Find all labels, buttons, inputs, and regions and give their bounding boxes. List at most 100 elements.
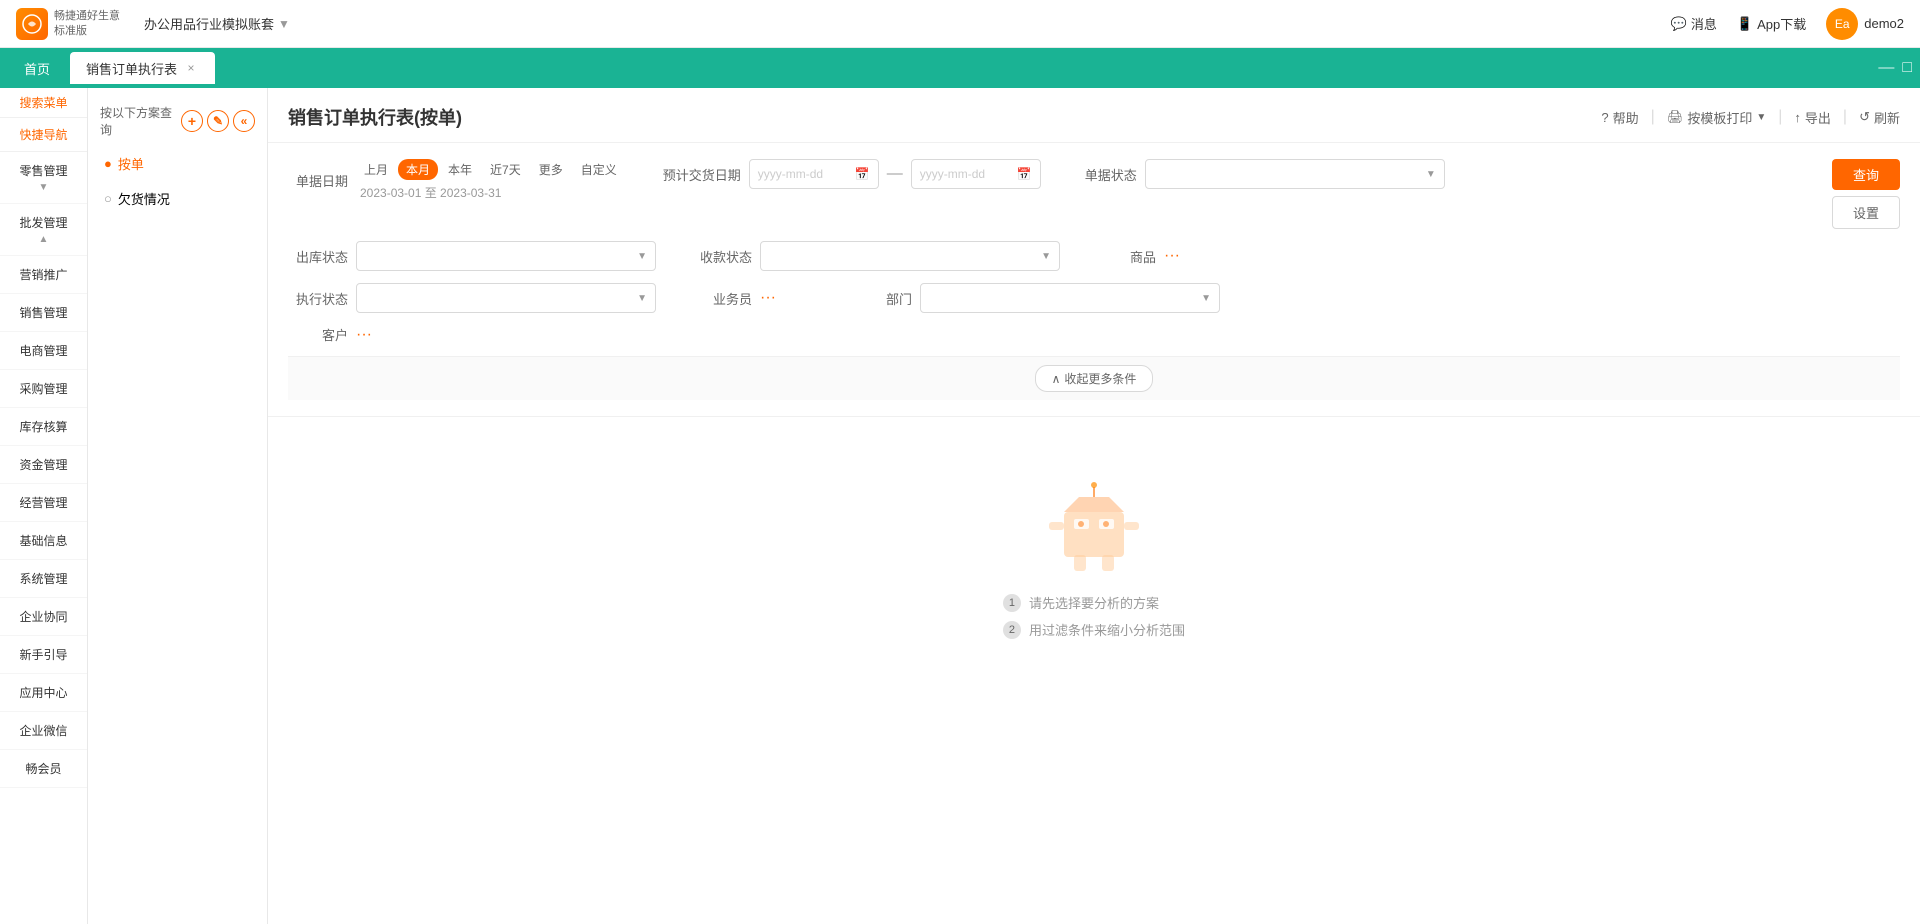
- sidebar-item-sales-label: 销售管理: [19, 304, 67, 321]
- payment-status-label: 收款状态: [692, 247, 752, 266]
- sidebar-item-appcenter[interactable]: 应用中心: [0, 674, 87, 712]
- left-panel-add-btn[interactable]: +: [181, 110, 203, 132]
- empty-step-2: 2 用过滤条件来缩小分析范围: [1003, 620, 1185, 639]
- exec-status-label: 执行状态: [288, 289, 348, 308]
- page-wrapper: 按以下方案查询 + ✎ « ● 按单 ○ 欠货情况 销售订单执行表(按单): [88, 88, 1920, 924]
- payment-status-select[interactable]: ▼: [760, 241, 1060, 271]
- help-button[interactable]: ? 帮助: [1601, 108, 1638, 127]
- filter-row-3: 执行状态 ▼ 业务员 ··· 部门 ▼: [288, 283, 1900, 313]
- salesperson-dots[interactable]: ···: [760, 289, 776, 307]
- sidebar-item-basics-label: 基础信息: [19, 532, 67, 549]
- sidebar-item-member[interactable]: 畅会员: [0, 750, 87, 788]
- refresh-button[interactable]: ↺ 刷新: [1859, 108, 1900, 127]
- download-icon: 📱: [1737, 16, 1753, 32]
- sidebar-item-finance[interactable]: 资金管理: [0, 446, 87, 484]
- date-tab-custom[interactable]: 自定义: [573, 159, 625, 180]
- left-panel-collapse-btn[interactable]: «: [233, 110, 255, 132]
- customer-field: 客户 ···: [288, 325, 372, 344]
- department-select[interactable]: ▼: [920, 283, 1220, 313]
- exec-status-field: 执行状态 ▼: [288, 283, 656, 313]
- sidebar-search[interactable]: 搜索菜单: [0, 88, 87, 118]
- date-label: 单据日期: [288, 171, 348, 190]
- left-panel-edit-btn[interactable]: ✎: [207, 110, 229, 132]
- print-icon: 🖨: [1667, 109, 1684, 125]
- sidebar-item-retail[interactable]: 零售管理 ▼: [0, 152, 87, 204]
- sidebar-item-marketing[interactable]: 营销推广: [0, 256, 87, 294]
- left-panel-item-shortage[interactable]: ○ 欠货情况: [88, 181, 267, 216]
- payment-status-field: 收款状态 ▼: [692, 241, 1060, 271]
- left-panel: 按以下方案查询 + ✎ « ● 按单 ○ 欠货情况: [88, 88, 268, 924]
- date-tabs: 上月 本月 本年 近7天 更多 自定义: [356, 159, 625, 180]
- left-panel-title: 按以下方案查询: [100, 104, 181, 138]
- product-label: 商品: [1096, 247, 1156, 266]
- filter-area: 单据日期 上月 本月 本年 近7天 更多 自定义 2023-: [268, 143, 1920, 417]
- sidebar-item-sales[interactable]: 销售管理: [0, 294, 87, 332]
- predict-date-from[interactable]: yyyy-mm-dd 📅: [749, 159, 879, 189]
- date-tab-lastmonth[interactable]: 上月: [356, 159, 396, 180]
- sidebar-item-purchase[interactable]: 采购管理: [0, 370, 87, 408]
- tab-home[interactable]: 首页: [8, 52, 66, 84]
- step-2-text: 用过滤条件来缩小分析范围: [1029, 620, 1185, 639]
- department-label: 部门: [852, 289, 912, 308]
- date-tab-7days[interactable]: 近7天: [482, 159, 529, 180]
- sidebar-item-cooperation[interactable]: 企业协同: [0, 598, 87, 636]
- tab-close-icon[interactable]: ×: [183, 60, 199, 76]
- breadcrumb-area: 办公用品行业模拟账套 ▼: [144, 14, 290, 33]
- status-select[interactable]: ▼: [1145, 159, 1445, 189]
- exec-status-select[interactable]: ▼: [356, 283, 656, 313]
- sidebar-nav-quick[interactable]: 快捷导航: [0, 118, 87, 152]
- left-panel-item-by-order[interactable]: ● 按单: [88, 146, 267, 181]
- app-download-button[interactable]: 📱 App下载: [1737, 14, 1806, 33]
- sidebar-item-newuser[interactable]: 新手引导: [0, 636, 87, 674]
- product-dots[interactable]: ···: [1164, 247, 1180, 265]
- sidebar: 搜索菜单 快捷导航 零售管理 ▼ 批发管理 ▲ 营销推广 销售管理 电商管理 采…: [0, 88, 88, 924]
- tab-bar-right: — □: [1878, 59, 1912, 77]
- sidebar-item-cooperation-label: 企业协同: [19, 608, 67, 625]
- tab-minimize-icon[interactable]: —: [1878, 59, 1894, 77]
- date-tab-thismonth[interactable]: 本月: [398, 159, 438, 180]
- left-panel-item-icon-order: ●: [104, 156, 112, 171]
- delivery-status-label: 出库状态: [288, 247, 348, 266]
- user-info[interactable]: Ea demo2: [1826, 8, 1904, 40]
- date-tab-thisyear[interactable]: 本年: [440, 159, 480, 180]
- collapse-button[interactable]: ∧ 收起更多条件: [1035, 365, 1154, 392]
- message-button[interactable]: 💬 消息: [1671, 14, 1717, 33]
- customer-dots[interactable]: ···: [356, 326, 372, 344]
- tab-sales-exec[interactable]: 销售订单执行表 ×: [70, 52, 215, 84]
- tab-maximize-icon[interactable]: □: [1902, 59, 1912, 77]
- department-arrow: ▼: [1201, 293, 1211, 304]
- page-content: 销售订单执行表(按单) ? 帮助 | 🖨 按模板打印 ▼ | ↑: [268, 88, 1920, 924]
- top-bar: 畅捷通好生意 标准版 办公用品行业模拟账套 ▼ 💬 消息 📱 App下载 Ea …: [0, 0, 1920, 48]
- export-button[interactable]: ↑ 导出: [1794, 108, 1831, 127]
- sidebar-item-wholesale[interactable]: 批发管理 ▲: [0, 204, 87, 256]
- sidebar-item-system-label: 系统管理: [19, 570, 67, 587]
- settings-button[interactable]: 设置: [1832, 196, 1900, 229]
- sidebar-item-wholesale-label: 批发管理: [19, 214, 67, 231]
- query-button[interactable]: 查询: [1832, 159, 1900, 190]
- date-range-text: 2023-03-01 至 2023-03-31: [360, 184, 625, 201]
- print-button[interactable]: 🖨 按模板打印 ▼: [1667, 108, 1766, 127]
- sidebar-item-inventory[interactable]: 库存核算: [0, 408, 87, 446]
- sidebar-item-wechat[interactable]: 企业微信: [0, 712, 87, 750]
- predict-date-to[interactable]: yyyy-mm-dd 📅: [911, 159, 1041, 189]
- logo-icon: [16, 8, 48, 40]
- logo-text: 畅捷通好生意 标准版: [54, 9, 120, 38]
- sidebar-item-system[interactable]: 系统管理: [0, 560, 87, 598]
- query-btn-group: 查询 设置: [1832, 159, 1900, 229]
- sidebar-item-operations-label: 经营管理: [19, 494, 67, 511]
- sidebar-item-operations[interactable]: 经营管理: [0, 484, 87, 522]
- top-bar-left: 畅捷通好生意 标准版 办公用品行业模拟账套 ▼: [16, 8, 290, 40]
- date-tab-more[interactable]: 更多: [531, 159, 571, 180]
- message-icon: 💬: [1671, 16, 1687, 32]
- sidebar-item-retail-label: 零售管理: [19, 162, 67, 179]
- sidebar-item-basics[interactable]: 基础信息: [0, 522, 87, 560]
- empty-state: 1 请先选择要分析的方案 2 用过滤条件来缩小分析范围: [268, 417, 1920, 699]
- empty-step-1: 1 请先选择要分析的方案: [1003, 593, 1185, 612]
- delivery-status-select[interactable]: ▼: [356, 241, 656, 271]
- sidebar-item-ecommerce[interactable]: 电商管理: [0, 332, 87, 370]
- sidebar-wholesale-arrow: ▲: [39, 234, 49, 245]
- breadcrumb-dropdown-icon[interactable]: ▼: [278, 17, 290, 31]
- top-bar-right: 💬 消息 📱 App下载 Ea demo2: [1671, 8, 1904, 40]
- date-separator: —: [887, 165, 903, 183]
- calendar-icon-from: 📅: [855, 167, 870, 181]
